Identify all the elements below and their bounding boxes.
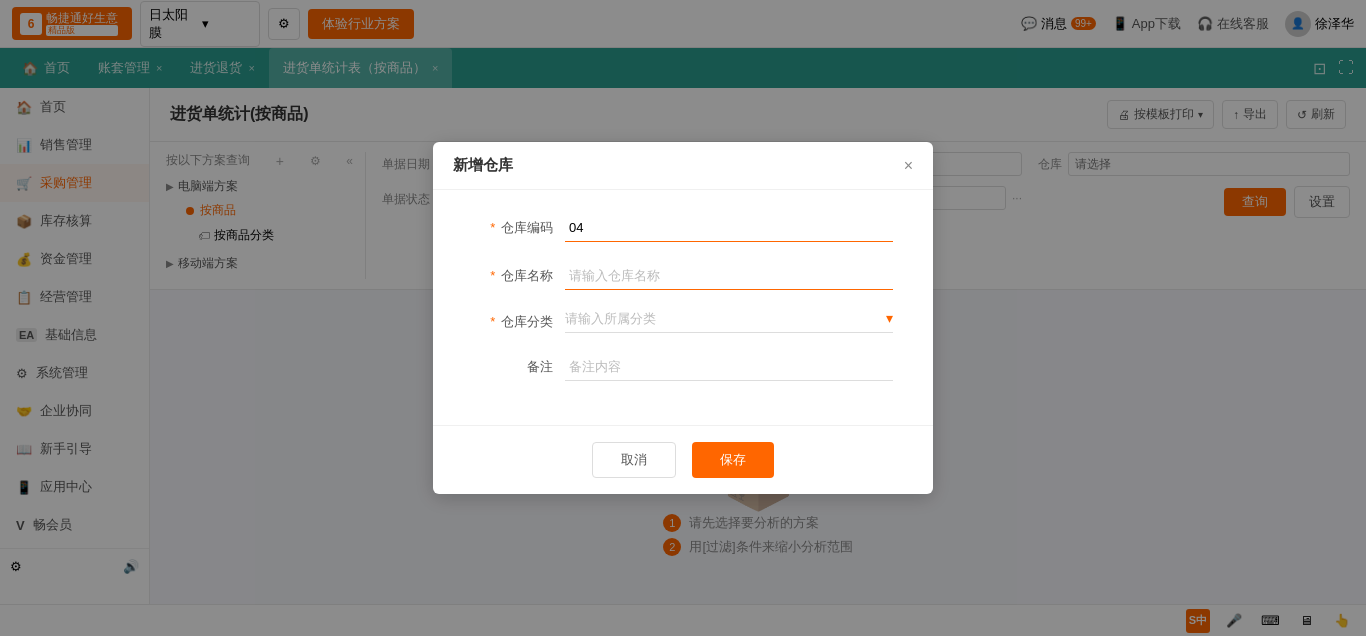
code-label: * 仓库编码 (473, 219, 553, 237)
category-arrow-icon: ▾ (886, 310, 893, 326)
code-input[interactable] (565, 214, 893, 242)
category-select-wrapper: ▾ (565, 310, 893, 333)
category-required-mark: * (490, 314, 495, 329)
modal-footer: 取消 保存 (433, 425, 933, 494)
category-label: * 仓库分类 (473, 313, 553, 331)
modal-close-button[interactable]: × (904, 157, 913, 175)
save-button[interactable]: 保存 (692, 442, 774, 478)
code-label-text: 仓库编码 (501, 220, 553, 235)
name-label-text: 仓库名称 (501, 268, 553, 283)
remark-label: 备注 (473, 358, 553, 376)
form-row-code: * 仓库编码 (473, 214, 893, 242)
name-input[interactable] (565, 262, 893, 290)
form-row-category: * 仓库分类 ▾ (473, 310, 893, 333)
modal-body: * 仓库编码 * 仓库名称 * 仓库分类 (433, 190, 933, 425)
remark-label-text: 备注 (527, 359, 553, 374)
remark-input[interactable] (565, 353, 893, 381)
name-required-mark: * (490, 268, 495, 283)
modal-dialog: 新增仓库 × * 仓库编码 * 仓库名称 (433, 142, 933, 494)
category-label-text: 仓库分类 (501, 314, 553, 329)
modal-header: 新增仓库 × (433, 142, 933, 190)
name-label: * 仓库名称 (473, 267, 553, 285)
cancel-button[interactable]: 取消 (592, 442, 676, 478)
category-select-input[interactable] (565, 311, 886, 326)
modal-title: 新增仓库 (453, 156, 513, 175)
modal-overlay[interactable]: 新增仓库 × * 仓库编码 * 仓库名称 (0, 0, 1366, 636)
code-required-mark: * (490, 220, 495, 235)
form-row-remark: 备注 (473, 353, 893, 381)
form-row-name: * 仓库名称 (473, 262, 893, 290)
